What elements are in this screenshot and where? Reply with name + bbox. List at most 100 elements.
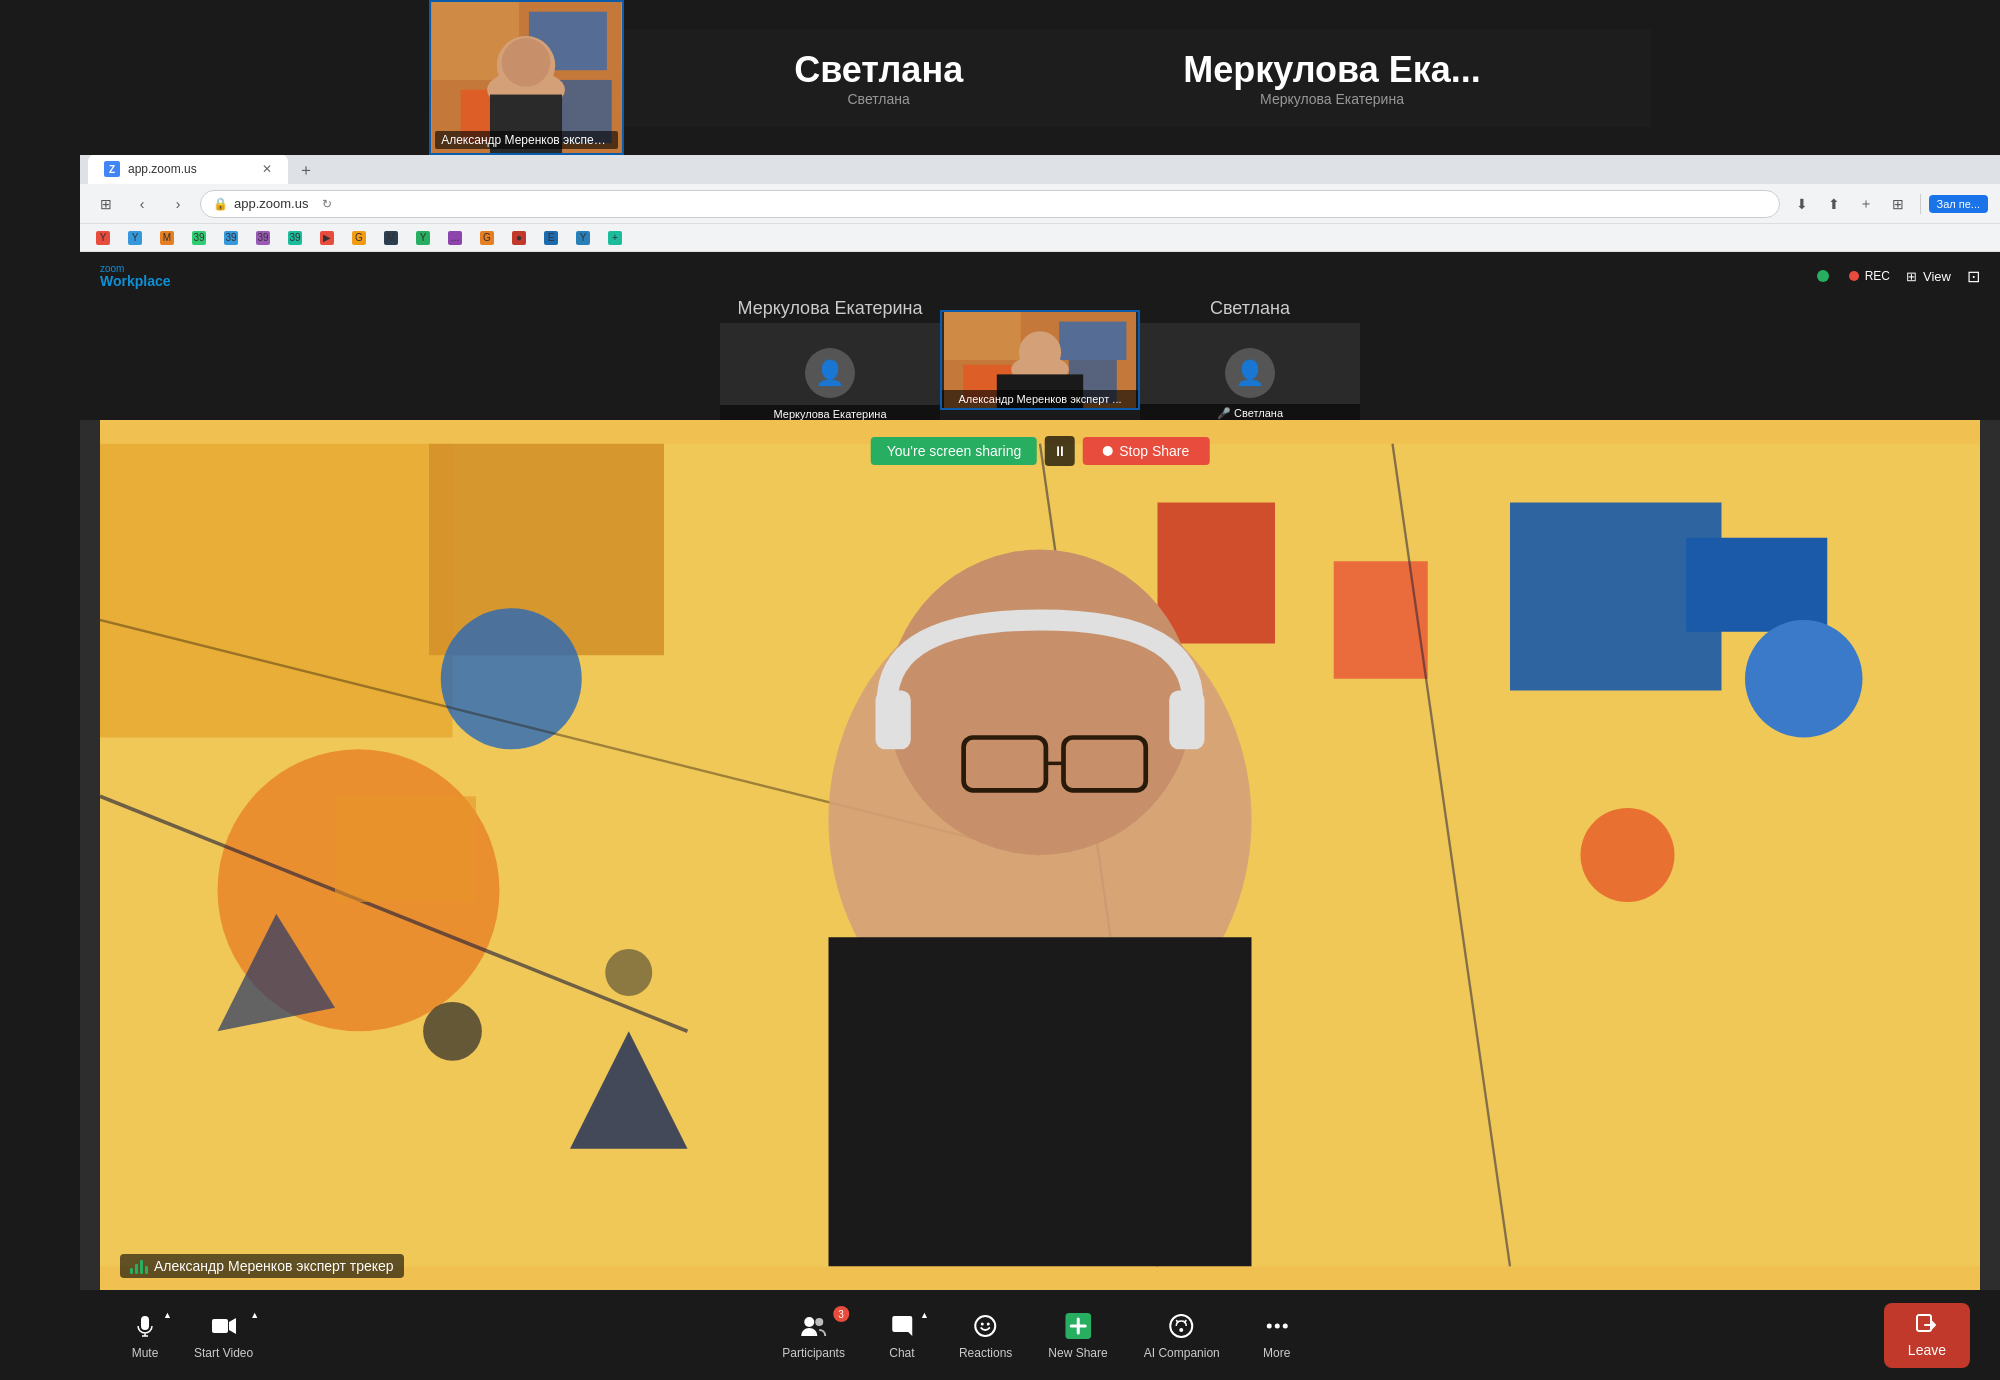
zoom-logo-bottom: Workplace	[100, 274, 171, 289]
main-video: You're screen sharing ⏸ Stop Share	[100, 420, 1980, 1290]
top-name-cards: Светлана Светлана Меркулова Ека... Мерку…	[624, 29, 1651, 127]
chat-icon	[886, 1310, 918, 1342]
new-window-btn[interactable]: ＋	[1852, 190, 1880, 218]
svg-rect-26	[1158, 503, 1276, 644]
toolbar-center: 3 Participants ▲ Chat	[768, 1302, 1312, 1368]
bookmark-favicon-9: G	[352, 231, 366, 245]
bookmark-item-11[interactable]: Y	[408, 227, 438, 249]
bookmark-item-2[interactable]: Y	[120, 227, 150, 249]
bookmark-item-3[interactable]: M	[152, 227, 182, 249]
browser-nav-bar: ⊞ ‹ › 🔒 app.zoom.us ↻ ⬇ ⬆ ＋ ⊞ Зал пе...	[80, 184, 2000, 224]
chat-caret[interactable]: ▲	[920, 1310, 929, 1320]
bookmark-item-4[interactable]: 39	[184, 227, 214, 249]
p1-name: Меркулова Екатерина	[738, 298, 923, 319]
mute-icon	[129, 1310, 161, 1342]
reactions-btn[interactable]: Reactions	[945, 1302, 1026, 1368]
tab-close[interactable]: ✕	[262, 162, 272, 176]
profile-btn[interactable]: Зал пе...	[1929, 195, 1988, 213]
bookmark-item-9[interactable]: G	[344, 227, 374, 249]
video-caret[interactable]: ▲	[250, 1310, 259, 1320]
video-btn[interactable]: ▲ Start Video	[180, 1302, 267, 1368]
zoom-more-btn[interactable]: ⊡	[1967, 267, 1980, 286]
svg-rect-37	[335, 796, 476, 902]
ai-companion-btn[interactable]: AI Companion	[1130, 1302, 1234, 1368]
forward-btn[interactable]: ›	[164, 190, 192, 218]
bookmark-item-16[interactable]: Y	[568, 227, 598, 249]
bookmark-item[interactable]: Y	[88, 227, 118, 249]
svg-marker-47	[229, 1318, 236, 1334]
status-dot	[1817, 270, 1829, 282]
rec-label: REC	[1865, 269, 1890, 283]
bookmark-favicon-13: G	[480, 231, 494, 245]
bookmark-item-5[interactable]: 39	[216, 227, 246, 249]
svg-point-7	[502, 38, 551, 87]
bookmark-favicon-2: Y	[128, 231, 142, 245]
url-bar[interactable]: 🔒 app.zoom.us ↻	[200, 190, 1780, 218]
new-tab-btn[interactable]: ＋	[292, 156, 320, 184]
svg-rect-11	[1059, 322, 1126, 360]
video-icon	[208, 1310, 240, 1342]
connection-status	[1817, 270, 1833, 282]
mute-btn[interactable]: ▲ Mute	[110, 1302, 180, 1368]
bookmark-favicon-17: +	[608, 231, 622, 245]
bookmark-item-12[interactable]: ...	[440, 227, 470, 249]
bookmark-item-10[interactable]: M	[376, 227, 406, 249]
participant-tile-1[interactable]: 👤 Меркулова Екатерина	[720, 323, 940, 423]
audio-bar-3	[140, 1260, 143, 1274]
sidebar-toggle-btn[interactable]: ⊞	[92, 190, 120, 218]
more-icon	[1261, 1310, 1293, 1342]
lock-icon: 🔒	[213, 197, 228, 211]
audio-bar-1	[130, 1268, 133, 1274]
bookmark-item-8[interactable]: ▶	[312, 227, 342, 249]
leave-btn[interactable]: Leave	[1884, 1303, 1970, 1368]
more-label: More	[1263, 1346, 1290, 1360]
top-name-svetlana: Светлана	[734, 49, 1023, 91]
svg-rect-41	[1169, 691, 1204, 750]
bookmark-favicon-16: Y	[576, 231, 590, 245]
svg-rect-46	[212, 1319, 228, 1333]
rec-indicator: REC	[1849, 269, 1890, 283]
share-btn[interactable]: ⬆	[1820, 190, 1848, 218]
reload-icon[interactable]: ↻	[322, 197, 332, 211]
stop-share-btn[interactable]: Stop Share	[1083, 437, 1209, 465]
bookmark-favicon-6: 39	[256, 231, 270, 245]
view-btn[interactable]: ⊞ View	[1906, 269, 1951, 284]
rec-dot	[1849, 271, 1859, 281]
bookmark-item-17[interactable]: +	[600, 227, 630, 249]
more-btn[interactable]: More	[1242, 1302, 1312, 1368]
participants-btn[interactable]: 3 Participants	[768, 1302, 859, 1368]
pause-share-btn[interactable]: ⏸	[1045, 436, 1075, 466]
bookmark-item-6[interactable]: 39	[248, 227, 278, 249]
top-sublabel-merkul: Меркулова Екатерина	[1260, 91, 1404, 107]
bookmark-favicon-11: Y	[416, 231, 430, 245]
back-btn[interactable]: ‹	[128, 190, 156, 218]
bookmark-item-7[interactable]: 39	[280, 227, 310, 249]
participant-tile-2[interactable]: Александр Меренков эксперт ...	[940, 310, 1140, 410]
bookmark-favicon-15: E	[544, 231, 558, 245]
bookmark-item-15[interactable]: E	[536, 227, 566, 249]
bookmark-item-13[interactable]: G	[472, 227, 502, 249]
bookmark-item-14[interactable]: ●	[504, 227, 534, 249]
svg-point-56	[1266, 1324, 1271, 1329]
toolbar-left: ▲ Mute ▲	[110, 1302, 267, 1368]
top-sublabel-svetlana: Светлана	[848, 91, 910, 107]
bookmark-favicon-5: 39	[224, 231, 238, 245]
ai-companion-icon	[1166, 1310, 1198, 1342]
bookmark-favicon-4: 39	[192, 231, 206, 245]
browser-tab[interactable]: Z app.zoom.us ✕	[88, 154, 288, 184]
chat-btn[interactable]: ▲ Chat	[867, 1302, 937, 1368]
bookmark-favicon-1: Y	[96, 231, 110, 245]
participant-col-3: Светлана 👤 🎤 Светлана	[1140, 298, 1360, 423]
download-btn[interactable]: ⬇	[1788, 190, 1816, 218]
participant-strip: Меркулова Екатерина 👤 Меркулова Екатерин…	[80, 300, 2000, 420]
participant-tile-3[interactable]: 👤 🎤 Светлана	[1140, 323, 1360, 423]
audio-bar-2	[135, 1264, 138, 1274]
audio-bar-4	[145, 1266, 148, 1274]
new-share-btn[interactable]: New Share	[1034, 1302, 1121, 1368]
svg-rect-10	[944, 312, 1021, 360]
extensions-btn[interactable]: ⊞	[1884, 190, 1912, 218]
tab-favicon: Z	[104, 161, 120, 177]
participant-col-2: Александр Меренков эксперт ...	[940, 310, 1140, 410]
svg-rect-40	[876, 691, 911, 750]
mute-caret[interactable]: ▲	[163, 1310, 172, 1320]
